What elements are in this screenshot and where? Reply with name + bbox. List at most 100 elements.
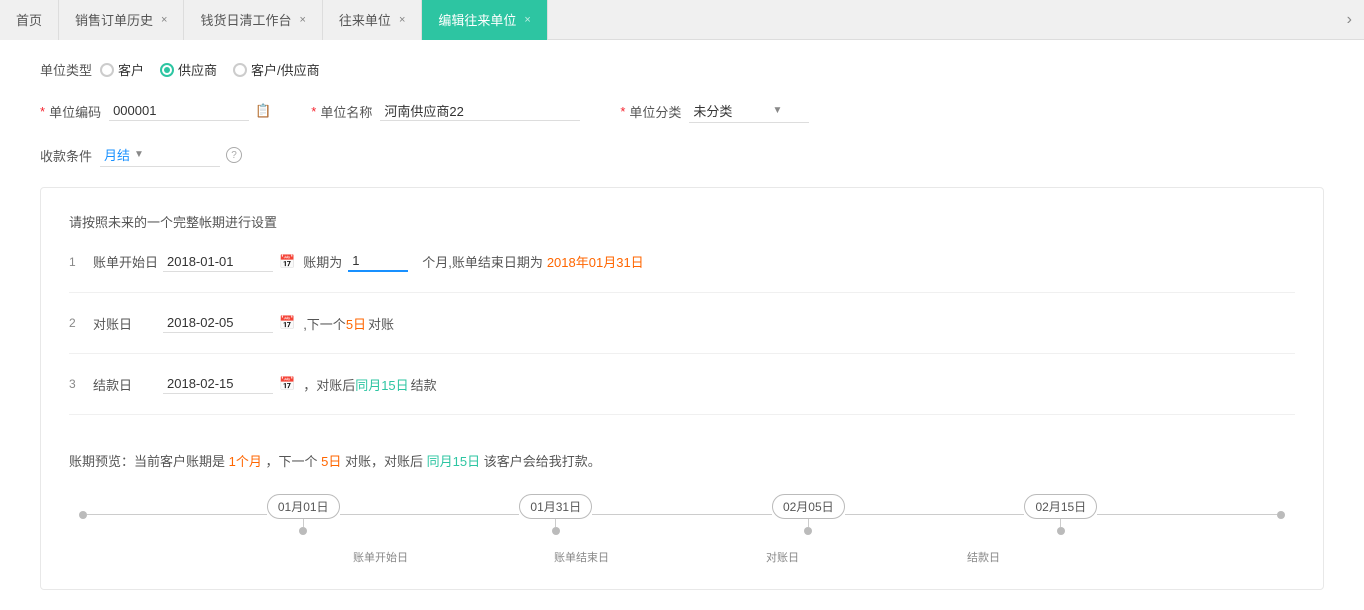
label-start: 账单开始日: [280, 541, 481, 565]
tab-partners[interactable]: 往来单位 ×: [323, 0, 422, 40]
radio-customer-circle: [100, 63, 114, 77]
tab-sales-history[interactable]: 销售订单历史 ×: [59, 0, 184, 40]
section-title: 请按照未来的一个完整帐期进行设置: [69, 212, 1295, 231]
unit-name-input[interactable]: [380, 101, 580, 121]
unit-info-row: * 单位编码 📋 * 单位名称 * 单位分类 未分类 ▼: [40, 99, 1324, 123]
payment-highlight: 同月15日: [355, 375, 408, 394]
unit-code-icon[interactable]: 📋: [255, 103, 271, 119]
row-num-2: 2: [69, 316, 93, 330]
label-reconcile: 对账日: [682, 541, 883, 565]
node-reconcile-label: 对账日: [766, 549, 799, 565]
reconcile-desc-prefix: ,下一个: [303, 314, 346, 333]
preview-mid1: ，下一个: [266, 454, 318, 469]
help-icon[interactable]: ?: [226, 147, 242, 163]
node-reconcile-dot: [804, 527, 812, 535]
row-num-1: 1: [69, 255, 93, 269]
radio-supplier[interactable]: 供应商: [160, 60, 217, 79]
reconcile-desc-suffix: 对账: [368, 314, 394, 333]
tab-cash-work[interactable]: 钱货日清工作台 ×: [184, 0, 322, 40]
preview-h1: 1个月: [229, 454, 262, 469]
payment-terms-value: 月结: [104, 145, 130, 164]
period-end-date: 2018年01月31日: [547, 252, 644, 271]
radio-customer[interactable]: 客户: [100, 60, 144, 79]
unit-class-group: * 单位分类 未分类 ▼: [620, 99, 809, 123]
tab-home[interactable]: 首页: [0, 0, 59, 40]
period-input[interactable]: [348, 251, 408, 272]
node-reconcile: 02月05日: [772, 494, 845, 535]
node-start: 01月01日: [267, 494, 340, 535]
unit-code-input[interactable]: [109, 101, 249, 121]
node-start-label: 账单开始日: [353, 549, 408, 565]
unit-type-label: 单位类型: [40, 60, 92, 79]
timeline-label-row: 账单开始日 账单结束日 对账日 结款日: [79, 535, 1285, 565]
node-reconcile-bubble: 02月05日: [772, 494, 845, 519]
node-payment-label: 结款日: [967, 549, 1000, 565]
preview-text: 账期预览：当前客户账期是 1个月 ，下一个 5日 对账，对账后 同月15日 该客…: [69, 435, 1295, 470]
payment-calendar-icon[interactable]: 📅: [279, 376, 295, 392]
close-cash-work[interactable]: ×: [299, 14, 305, 26]
tab-bar: 首页 销售订单历史 × 钱货日清工作台 × 往来单位 × 编辑往来单位 × ›: [0, 0, 1364, 40]
close-partners[interactable]: ×: [399, 14, 405, 26]
payment-terms-row: 收款条件 月结 ▼ ?: [40, 143, 1324, 167]
unit-name-group: * 单位名称: [311, 101, 580, 121]
unit-code-label: 单位编码: [49, 102, 101, 121]
reconcile-calendar-icon[interactable]: 📅: [279, 315, 295, 331]
unit-type-radio-group: 客户 供应商 客户/供应商: [100, 60, 320, 79]
preview-suffix: 该客户会给我打款。: [484, 454, 601, 469]
row-label-1: 账单开始日: [93, 252, 163, 271]
node-end-dot: [552, 527, 560, 535]
node-end-label: 账单结束日: [554, 549, 609, 565]
close-edit-partner[interactable]: ×: [524, 14, 530, 26]
node-end: 01月31日: [519, 494, 592, 535]
reconcile-date-input[interactable]: [163, 313, 273, 333]
payment-terms-select[interactable]: 月结 ▼: [100, 143, 220, 167]
setting-row-3: 3 结款日 📅 ，对账后 同月15日 结款: [69, 374, 1295, 415]
line-3: [592, 514, 772, 515]
reconcile-highlight: 5日: [346, 314, 366, 333]
row-num-3: 3: [69, 377, 93, 391]
preview-h2: 5日: [321, 454, 341, 469]
settings-section: 请按照未来的一个完整帐期进行设置 1 账单开始日 📅 账期为 个月,账单结束日期…: [40, 187, 1324, 590]
row-label-2: 对账日: [93, 314, 163, 333]
payment-terms-label: 收款条件: [40, 146, 92, 165]
node-start-dot: [299, 527, 307, 535]
node-payment-bubble: 02月15日: [1024, 494, 1097, 519]
tab-expand-button[interactable]: ›: [1335, 11, 1364, 29]
unit-class-dropdown-icon: ▼: [772, 105, 782, 116]
period-suffix: 个月,账单结束日期为: [422, 252, 543, 271]
radio-both-circle: [233, 63, 247, 77]
start-date-calendar-icon[interactable]: 📅: [279, 254, 295, 270]
preview-h3: 同月15日: [427, 454, 480, 469]
unit-code-group: * 单位编码 📋: [40, 101, 271, 121]
timeline-start-dot: [79, 511, 87, 519]
start-date-input[interactable]: [163, 252, 273, 272]
line-2: [340, 514, 520, 515]
radio-supplier-circle: [160, 63, 174, 77]
preview-prefix: 账期预览：当前客户账期是: [69, 454, 225, 469]
tab-edit-partner[interactable]: 编辑往来单位 ×: [422, 0, 547, 40]
line-1: [87, 514, 267, 515]
unit-class-label: 单位分类: [629, 102, 681, 121]
radio-both[interactable]: 客户/供应商: [233, 60, 320, 79]
row-label-3: 结款日: [93, 375, 163, 394]
line-5: [1097, 514, 1277, 515]
timeline-bubble-row: 01月01日 01月31日 02月05日 02: [79, 494, 1285, 535]
line-4: [845, 514, 1025, 515]
timeline: 01月01日 01月31日 02月05日 02: [69, 494, 1295, 565]
label-end: 账单结束日: [481, 541, 682, 565]
unit-type-row: 单位类型 客户 供应商 客户/供应商: [40, 60, 1324, 79]
payment-desc-suffix: 结款: [411, 375, 437, 394]
unit-name-label: 单位名称: [320, 102, 372, 121]
payment-terms-dropdown-icon: ▼: [134, 149, 144, 160]
close-sales-history[interactable]: ×: [161, 14, 167, 26]
period-prefix: 账期为: [303, 252, 342, 271]
label-payment: 结款日: [883, 541, 1084, 565]
payment-desc-prefix: ，对账后: [303, 375, 355, 394]
node-start-bubble: 01月01日: [267, 494, 340, 519]
node-payment: 02月15日: [1024, 494, 1097, 535]
unit-class-select[interactable]: 未分类 ▼: [689, 99, 809, 123]
preview-mid2: 对账，对账后: [345, 454, 423, 469]
main-content: 单位类型 客户 供应商 客户/供应商 * 单位编码 📋 * 单位名称: [0, 40, 1364, 610]
unit-class-value: 未分类: [693, 101, 732, 120]
payment-date-input[interactable]: [163, 374, 273, 394]
